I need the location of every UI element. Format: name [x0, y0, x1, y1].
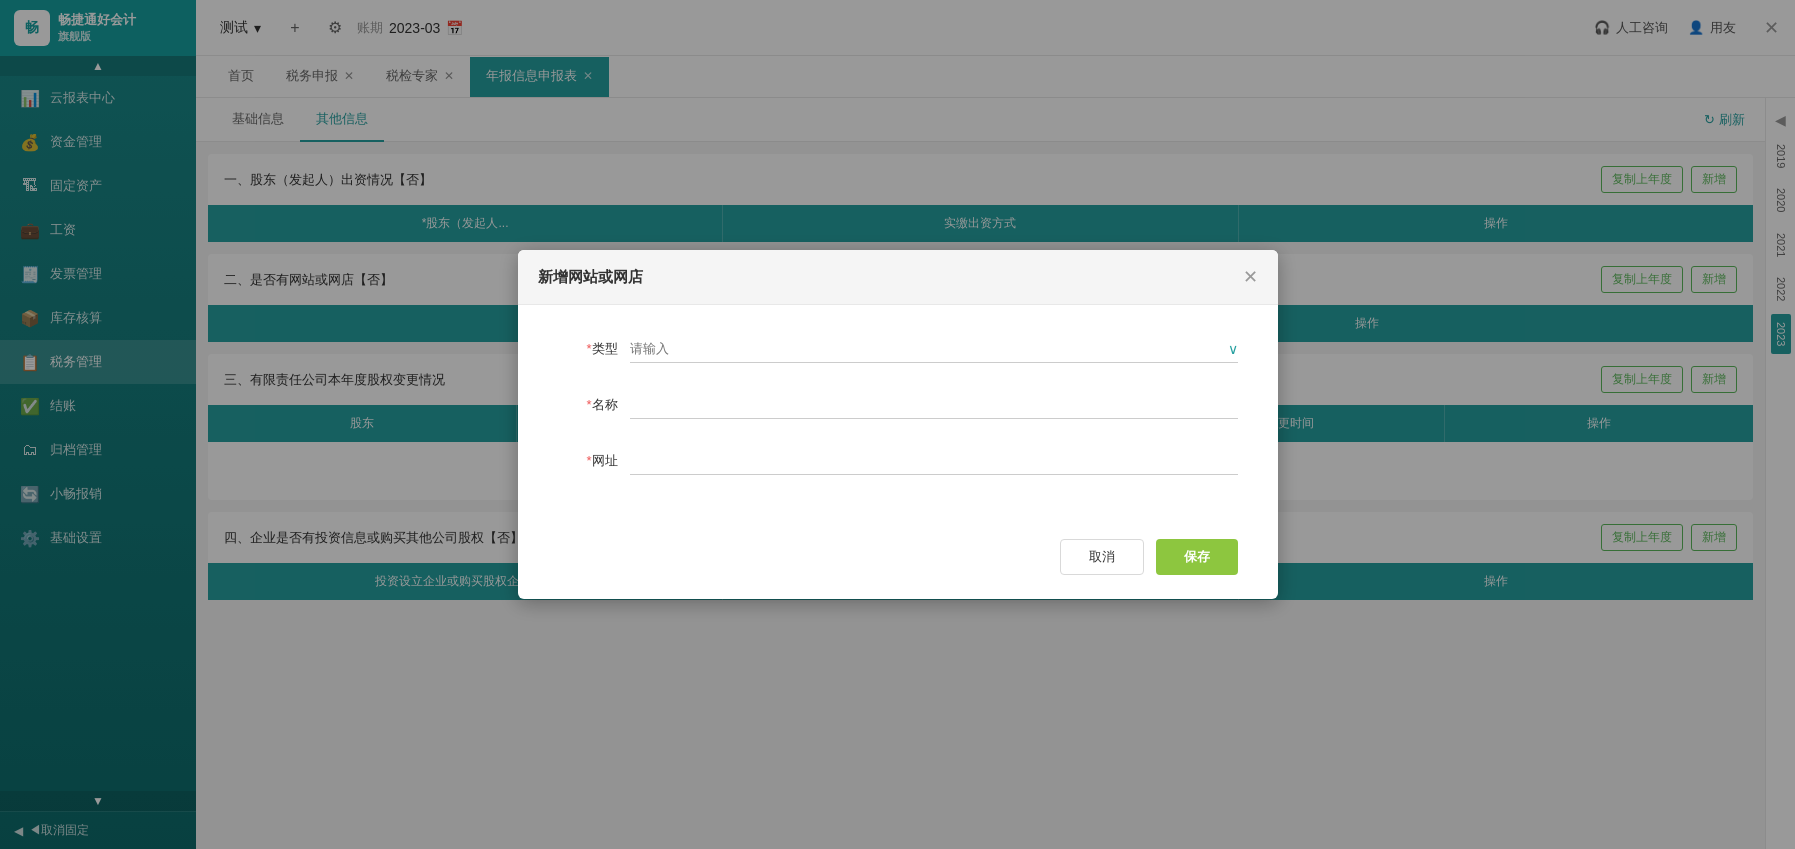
- form-group-name: *名称: [558, 391, 1238, 419]
- name-label: *名称: [558, 396, 618, 414]
- dialog-body: *类型 ∨ *名称 *网址: [518, 305, 1278, 523]
- dialog-close-button[interactable]: ✕: [1243, 266, 1258, 288]
- dialog-title: 新增网站或网店: [538, 268, 643, 287]
- dialog-overlay: 新增网站或网店 ✕ *类型 ∨ *名称: [0, 0, 1795, 849]
- type-input[interactable]: [630, 335, 1228, 362]
- dialog-header: 新增网站或网店 ✕: [518, 250, 1278, 305]
- cancel-button[interactable]: 取消: [1060, 539, 1144, 575]
- add-website-dialog: 新增网站或网店 ✕ *类型 ∨ *名称: [518, 250, 1278, 599]
- type-input-wrapper: ∨: [630, 335, 1238, 363]
- save-button[interactable]: 保存: [1156, 539, 1238, 575]
- form-group-type: *类型 ∨: [558, 335, 1238, 363]
- type-label: *类型: [558, 340, 618, 358]
- url-input[interactable]: [630, 447, 1238, 475]
- url-label: *网址: [558, 452, 618, 470]
- form-group-url: *网址: [558, 447, 1238, 475]
- type-dropdown-arrow[interactable]: ∨: [1228, 341, 1238, 357]
- dialog-footer: 取消 保存: [518, 523, 1278, 599]
- name-input[interactable]: [630, 391, 1238, 419]
